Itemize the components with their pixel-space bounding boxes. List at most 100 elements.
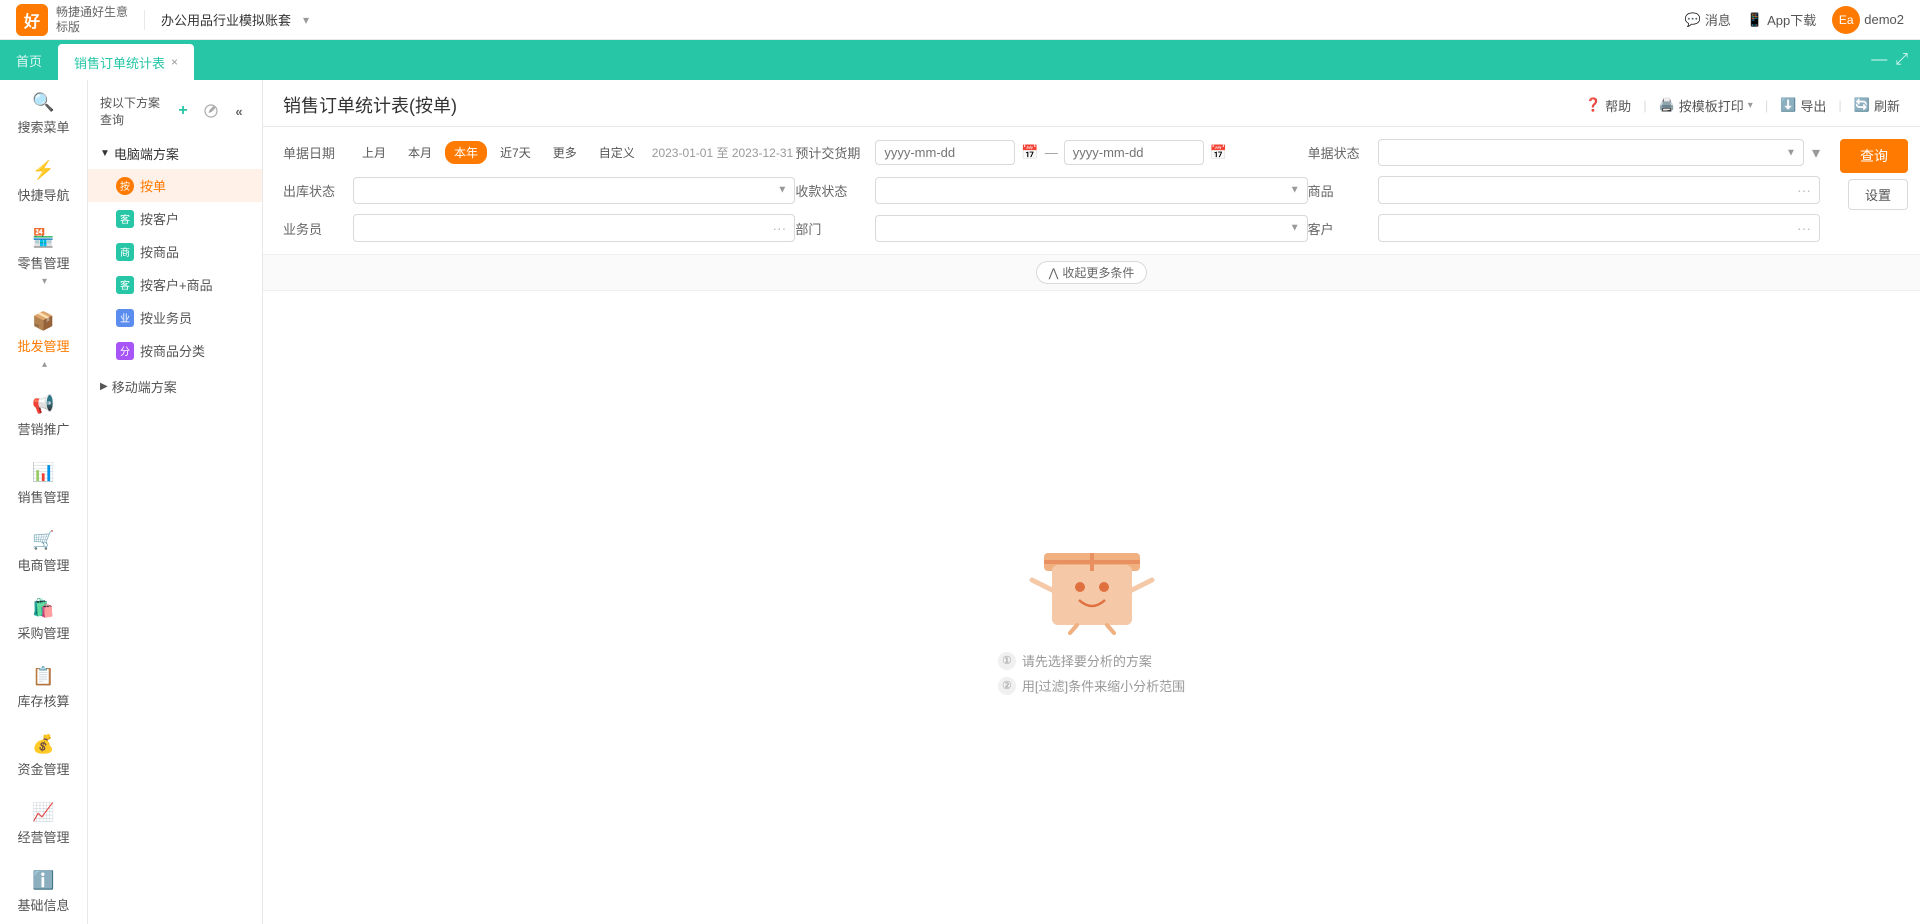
user-name: demo2: [1864, 12, 1904, 27]
calendar-end-icon[interactable]: 📅: [1210, 144, 1227, 161]
sidebar-item-sales[interactable]: 📊 销售管理: [0, 450, 87, 518]
user-profile[interactable]: Ea demo2: [1832, 6, 1904, 34]
sidebar-item-ecommerce[interactable]: 🛒 电商管理: [0, 518, 87, 586]
sidebar-item-basic-info[interactable]: ℹ️ 基础信息: [0, 858, 87, 924]
salesperson-input-wrap: ···: [353, 214, 795, 242]
tab-bar: 首页 销售订单统计表 × — ⤢: [0, 40, 1920, 80]
sidebar-item-quick-nav[interactable]: ⚡ 快捷导航: [0, 148, 87, 216]
sidebar-item-purchase[interactable]: 🛍️ 采购管理: [0, 586, 87, 654]
collapse-btn[interactable]: ⋀ 收起更多条件: [1036, 261, 1148, 284]
tab-sales-order-stats[interactable]: 销售订单统计表 ×: [58, 44, 194, 80]
tab-minimize-icon[interactable]: —: [1871, 51, 1887, 69]
wholesale-icon: 📦: [32, 311, 54, 332]
left-panel-title: 按以下方案查询: [100, 94, 166, 128]
query-button[interactable]: 查询: [1840, 139, 1908, 173]
tab-controls: — ⤢: [1871, 51, 1920, 69]
department-select[interactable]: [875, 215, 1307, 242]
scheme-item-by-salesperson[interactable]: 业 按业务员: [88, 301, 262, 334]
sidebar-item-operations[interactable]: 📈 经营管理: [0, 790, 87, 858]
collapse-bar: ⋀ 收起更多条件: [263, 255, 1920, 291]
app-title-arrow[interactable]: ▾: [303, 13, 309, 27]
out-status-select[interactable]: [353, 177, 795, 204]
scheme-item-by-customer[interactable]: 客 按客户: [88, 202, 262, 235]
tab-maximize-icon[interactable]: ⤢: [1895, 51, 1908, 69]
filter-payment-status-group: 收款状态: [795, 177, 1307, 204]
message-btn[interactable]: 💬 消息: [1685, 10, 1731, 29]
filter-goods-group: 商品 ···: [1308, 176, 1820, 204]
app-download-btn[interactable]: 📱 App下载: [1747, 10, 1816, 29]
sidebar-item-wholesale[interactable]: 📦 批发管理 ▴: [0, 299, 87, 382]
status-label: 单据状态: [1308, 143, 1378, 162]
more-date-btn[interactable]: 更多: [544, 141, 586, 164]
scheme-item-by-customer-goods[interactable]: 客 按客户+商品: [88, 268, 262, 301]
calendar-start-icon[interactable]: 📅: [1021, 144, 1038, 161]
filter-row-2: 出库状态 收款状态: [283, 176, 1820, 204]
export-btn[interactable]: ⬇️ 导出: [1780, 96, 1826, 115]
page-title: 销售订单统计表(按单): [283, 92, 457, 118]
last-month-btn[interactable]: 上月: [353, 141, 395, 164]
this-month-btn[interactable]: 本月: [399, 141, 441, 164]
date-label: 单据日期: [283, 143, 353, 162]
help-btn[interactable]: ❓ 帮助: [1585, 96, 1631, 115]
filter-department-group: 部门: [795, 215, 1307, 242]
scheme-item-by-order[interactable]: 按 按单: [88, 169, 262, 202]
filter-salesperson-group: 业务员 ···: [283, 214, 795, 242]
last7-btn[interactable]: 近7天: [491, 141, 540, 164]
add-scheme-btn[interactable]: +: [172, 100, 194, 122]
print-arrow-icon: ▾: [1748, 100, 1753, 111]
collapse-panel-btn[interactable]: «: [228, 100, 250, 122]
out-status-select-wrap: [353, 177, 795, 204]
sidebar-item-retail[interactable]: 🏪 零售管理 ▾: [0, 216, 87, 299]
date-separator: —: [1045, 145, 1058, 160]
scheme-icon-customer-goods: 客: [116, 276, 134, 294]
quick-nav-icon: ⚡: [32, 160, 54, 181]
scheme-item-by-goods[interactable]: 商 按商品: [88, 235, 262, 268]
refresh-btn[interactable]: 🔄 刷新: [1854, 96, 1900, 115]
sidebar: 🔍 搜索菜单 ⚡ 快捷导航 🏪 零售管理 ▾ 📦 批发管理 ▴ 📢 营销推广 📊…: [0, 80, 88, 924]
filter-out-status-group: 出库状态: [283, 177, 795, 204]
pc-scheme-group-title[interactable]: ▼ 电脑端方案: [88, 138, 262, 169]
customer-input-wrap: ···: [1378, 214, 1820, 242]
mobile-scheme-group[interactable]: ▶ 移动端方案: [88, 371, 262, 402]
ecommerce-icon: 🛒: [32, 530, 54, 551]
message-icon: 💬: [1685, 12, 1701, 28]
sidebar-item-search[interactable]: 🔍 搜索菜单: [0, 80, 87, 148]
tip2-num: ②: [998, 677, 1016, 695]
sidebar-item-finance[interactable]: 💰 资金管理: [0, 722, 87, 790]
search-icon: 🔍: [32, 92, 54, 113]
filter-row-3: 业务员 ··· 部门: [283, 214, 1820, 242]
inventory-icon: 📋: [32, 666, 54, 687]
salesperson-more-icon[interactable]: ···: [772, 220, 786, 236]
filter-row-1: 单据日期 上月 本月 本年 近7天 更多 自定义 2023-01-01 至 20…: [283, 139, 1820, 166]
left-panel-actions: + «: [172, 100, 250, 122]
scheme-icon-circle: 按: [116, 177, 134, 195]
goods-more-icon[interactable]: ···: [1797, 182, 1811, 198]
top-bar-left: 好 畅捷通好生意 标版 办公用品行业模拟账套 ▾: [16, 4, 309, 36]
filter-section: 单据日期 上月 本月 本年 近7天 更多 自定义 2023-01-01 至 20…: [263, 127, 1920, 255]
payment-status-select[interactable]: [875, 177, 1307, 204]
tab-close-icon[interactable]: ×: [171, 55, 178, 69]
logo-icon: 好: [16, 4, 48, 36]
customer-more-icon[interactable]: ···: [1797, 220, 1811, 236]
sidebar-item-marketing[interactable]: 📢 营销推广: [0, 382, 87, 450]
customer-label: 客户: [1308, 219, 1378, 238]
expected-date-end-input[interactable]: [1064, 140, 1204, 165]
status-more-icon[interactable]: ▾: [1812, 143, 1820, 163]
expected-date-start-input[interactable]: [875, 140, 1015, 165]
template-print-btn[interactable]: 🖨️ 按模板打印 ▾: [1659, 96, 1753, 115]
logo-text: 畅捷通好生意 标版: [56, 5, 128, 34]
scheme-icon-goods: 商: [116, 243, 134, 261]
scheme-item-by-category[interactable]: 分 按商品分类: [88, 334, 262, 367]
empty-state: ① 请先选择要分析的方案 ② 用[过滤]条件来缩小分析范围: [263, 291, 1920, 924]
main-layout: 🔍 搜索菜单 ⚡ 快捷导航 🏪 零售管理 ▾ 📦 批发管理 ▴ 📢 营销推广 📊…: [0, 80, 1920, 924]
empty-illustration: [1022, 515, 1162, 635]
help-icon: ❓: [1585, 97, 1601, 113]
edit-scheme-btn[interactable]: [200, 100, 222, 122]
sidebar-item-inventory[interactable]: 📋 库存核算: [0, 654, 87, 722]
status-select[interactable]: [1378, 139, 1804, 166]
custom-date-btn[interactable]: 自定义: [590, 141, 644, 164]
page-actions: ❓ 帮助 | 🖨️ 按模板打印 ▾ | ⬇️ 导出 |: [1585, 96, 1900, 115]
this-year-btn[interactable]: 本年: [445, 141, 487, 164]
settings-button[interactable]: 设置: [1848, 179, 1908, 210]
tab-home[interactable]: 首页: [0, 40, 58, 80]
